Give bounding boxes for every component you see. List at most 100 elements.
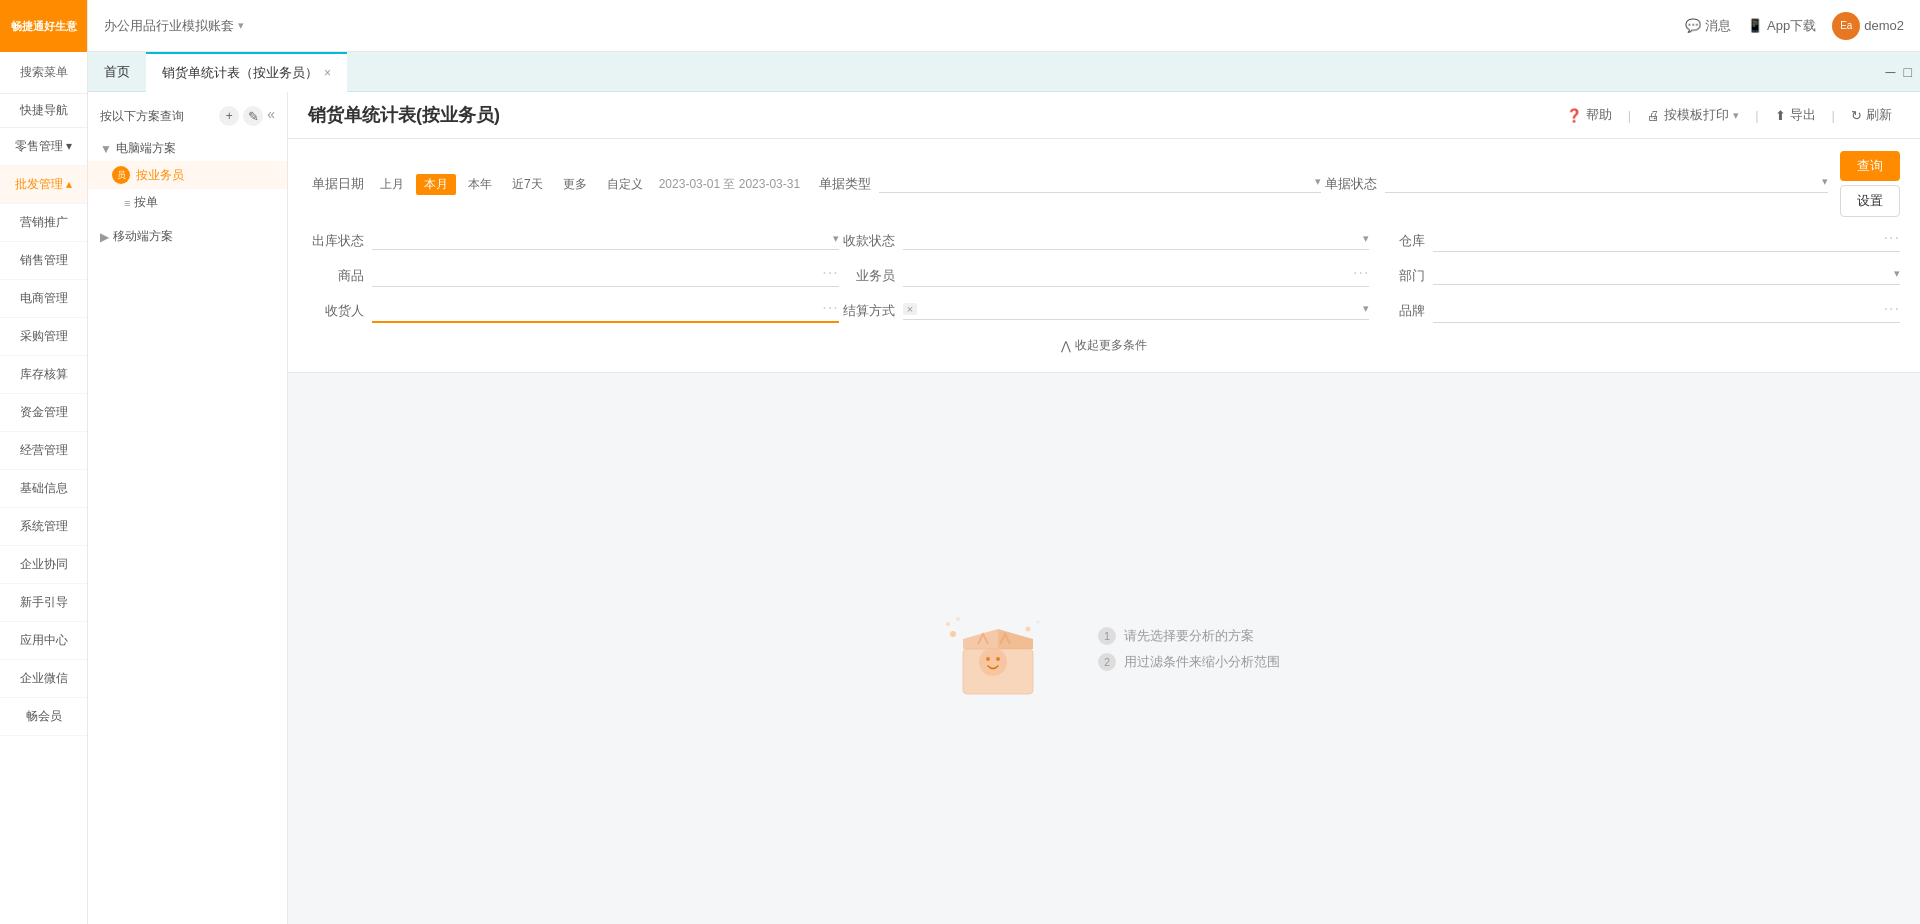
- sidebar-item-finance[interactable]: 资金管理: [0, 394, 87, 432]
- left-panel-header: 按以下方案查询 + ✎ «: [88, 100, 287, 132]
- help-btn[interactable]: ❓ 帮助: [1558, 102, 1620, 128]
- app-download-label: App下载: [1767, 17, 1816, 35]
- payment-status-select[interactable]: ▾: [903, 232, 1370, 250]
- date-tabs-container: 上月 本月 本年 近7天 更多 自定义 2023-03-01 至 2023-03…: [372, 174, 815, 195]
- salesperson-label: 业务员: [839, 267, 895, 285]
- brand-dots-btn[interactable]: ···: [1884, 300, 1900, 318]
- settlement-tag-close[interactable]: ×: [907, 303, 913, 315]
- empty-state: 1 请先选择要分析的方案 2 用过滤条件来缩小分析范围: [928, 594, 1280, 704]
- warehouse-filter-cell: 仓库 ···: [1369, 229, 1900, 252]
- topbar-left: 办公用品行业模拟账套 ▾: [104, 17, 244, 35]
- brand-label: 品牌: [1369, 302, 1425, 320]
- consignee-dots-btn[interactable]: ···: [822, 299, 838, 317]
- message-icon: 💬: [1685, 18, 1701, 33]
- doc-status-label: 单据状态: [1321, 175, 1377, 193]
- out-status-select[interactable]: ▾: [372, 232, 839, 250]
- doc-type-filter-cell: 单据类型 ▾: [815, 175, 1322, 193]
- template-print-label: 按模板打印: [1664, 106, 1729, 124]
- goods-dots-btn[interactable]: ···: [822, 264, 838, 282]
- date-tab-more[interactable]: 更多: [555, 174, 595, 195]
- plan-sub-item-label: 按单: [134, 194, 158, 211]
- out-status-filter-cell: 出库状态 ▾: [308, 232, 839, 250]
- salesperson-text-input[interactable]: [903, 266, 1353, 281]
- brand-text-input[interactable]: [1433, 301, 1883, 316]
- workspace-dropdown-icon: ▾: [238, 19, 244, 32]
- doc-type-select[interactable]: ▾: [879, 175, 1322, 193]
- sidebar-item-purchase[interactable]: 采购管理: [0, 318, 87, 356]
- tabs-window-controls: ─ □: [1886, 64, 1920, 80]
- date-range-display: 2023-03-01 至 2023-03-31: [659, 176, 800, 193]
- consignee-label: 收货人: [308, 302, 364, 320]
- content-area: 按以下方案查询 + ✎ « ▼ 电脑端方案 员 按业务员 ≡ 按: [88, 92, 1920, 924]
- consignee-text-input[interactable]: [372, 301, 822, 316]
- collapse-more-btn[interactable]: ⋀ 收起更多条件: [308, 331, 1900, 360]
- sidebar-item-system[interactable]: 系统管理: [0, 508, 87, 546]
- tip-text-2: 用过滤条件来缩小分析范围: [1124, 653, 1280, 671]
- page-header: 销货单统计表(按业务员) ❓ 帮助 | 🖨 按模板打印 ▾ | ⬆: [288, 92, 1920, 139]
- refresh-btn[interactable]: ↻ 刷新: [1843, 102, 1900, 128]
- sidebar-item-newbie[interactable]: 新手引导: [0, 584, 87, 622]
- sidebar-item-wholesale[interactable]: 批发管理 ▴: [0, 166, 87, 204]
- settlement-select[interactable]: × ▾: [903, 302, 1370, 320]
- warehouse-dots-btn[interactable]: ···: [1884, 229, 1900, 247]
- left-panel: 按以下方案查询 + ✎ « ▼ 电脑端方案 员 按业务员 ≡ 按: [88, 92, 288, 924]
- salesperson-filter-cell: 业务员 ···: [839, 264, 1370, 287]
- sidebar-item-member[interactable]: 畅会员: [0, 698, 87, 736]
- goods-input: ···: [372, 264, 839, 287]
- sidebar-item-appstore[interactable]: 应用中心: [0, 622, 87, 660]
- date-tab-this-year[interactable]: 本年: [460, 174, 500, 195]
- department-label: 部门: [1369, 267, 1425, 285]
- doc-type-label: 单据类型: [815, 175, 871, 193]
- edit-plan-btn[interactable]: ✎: [243, 106, 263, 126]
- add-plan-btn[interactable]: +: [219, 106, 239, 126]
- page-title: 销货单统计表(按业务员): [308, 103, 500, 127]
- svg-point-5: [986, 657, 990, 661]
- plan-group-desktop-header[interactable]: ▼ 电脑端方案: [88, 136, 287, 161]
- plan-group-mobile-header[interactable]: ▶ 移动端方案: [88, 224, 287, 249]
- app-download-btn[interactable]: 📱 App下载: [1747, 17, 1816, 35]
- tab-sales-stats[interactable]: 销货单统计表（按业务员） ×: [146, 52, 347, 92]
- sidebar-item-ecommerce[interactable]: 电商管理: [0, 280, 87, 318]
- plan-item-by-salesperson[interactable]: 员 按业务员: [88, 161, 287, 189]
- salesperson-dots-btn[interactable]: ···: [1353, 264, 1369, 282]
- sidebar-item-operations[interactable]: 经营管理: [0, 432, 87, 470]
- collapse-panel-btn[interactable]: «: [267, 106, 275, 126]
- maximize-window-btn[interactable]: □: [1904, 64, 1912, 80]
- template-print-btn[interactable]: 🖨 按模板打印 ▾: [1639, 102, 1747, 128]
- date-tab-custom[interactable]: 自定义: [599, 174, 651, 195]
- doc-status-select[interactable]: ▾: [1385, 175, 1828, 193]
- date-tab-this-month[interactable]: 本月: [416, 174, 456, 195]
- workspace-selector[interactable]: 办公用品行业模拟账套 ▾: [104, 17, 244, 35]
- minimize-window-btn[interactable]: ─: [1886, 64, 1896, 80]
- message-label: 消息: [1705, 17, 1731, 35]
- filter-row-4: 收货人 ··· 结算方式 × ▾: [308, 299, 1900, 323]
- sidebar-item-wechat[interactable]: 企业微信: [0, 660, 87, 698]
- warehouse-text-input[interactable]: [1433, 231, 1883, 246]
- plan-sub-item-by-order[interactable]: ≡ 按单: [88, 189, 287, 216]
- goods-text-input[interactable]: [372, 266, 822, 281]
- department-select[interactable]: ▾: [1433, 267, 1900, 285]
- message-btn[interactable]: 💬 消息: [1685, 17, 1731, 35]
- tabs-bar: 首页 销货单统计表（按业务员） × ─ □: [88, 52, 1920, 92]
- sidebar-item-retail[interactable]: 零售管理 ▾: [0, 128, 87, 166]
- search-menu-item[interactable]: 搜索菜单: [5, 60, 82, 85]
- sidebar-item-inventory[interactable]: 库存核算: [0, 356, 87, 394]
- brand-filter-cell: 品牌 ···: [1369, 300, 1900, 323]
- quick-nav-item[interactable]: 快捷导航: [0, 94, 87, 128]
- date-tab-last-month[interactable]: 上月: [372, 174, 412, 195]
- export-btn[interactable]: ⬆ 导出: [1767, 102, 1824, 128]
- empty-illustration: [928, 594, 1058, 704]
- sidebar-item-sales[interactable]: 销售管理: [0, 242, 87, 280]
- settings-btn[interactable]: 设置: [1840, 185, 1900, 217]
- sidebar-item-marketing[interactable]: 营销推广: [0, 204, 87, 242]
- refresh-icon: ↻: [1851, 108, 1862, 123]
- user-profile-btn[interactable]: Ea demo2: [1832, 12, 1904, 40]
- sidebar-item-corp[interactable]: 企业协同: [0, 546, 87, 584]
- tab-home[interactable]: 首页: [88, 52, 146, 92]
- left-panel-actions: + ✎ «: [219, 106, 275, 126]
- tab-close-btn[interactable]: ×: [324, 66, 331, 80]
- sidebar-item-basic[interactable]: 基础信息: [0, 470, 87, 508]
- query-btn[interactable]: 查询: [1840, 151, 1900, 181]
- date-tab-7days[interactable]: 近7天: [504, 174, 551, 195]
- logo-text: 畅捷通好生意: [11, 19, 77, 33]
